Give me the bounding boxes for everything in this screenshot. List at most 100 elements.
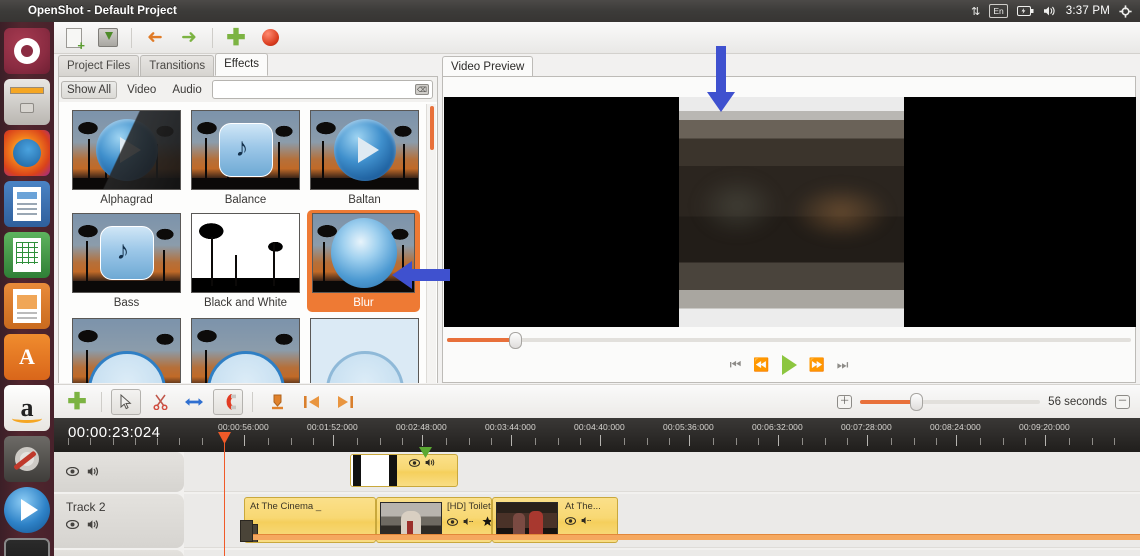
ruler-tick: [113, 438, 114, 445]
effect-thumbnail: ♪: [191, 110, 300, 190]
fast-forward-button[interactable]: ⏩: [809, 357, 825, 373]
launcher-item-openshot[interactable]: [4, 487, 50, 533]
effects-scrollbar-thumb[interactable]: [430, 106, 434, 150]
snapping-button[interactable]: [213, 388, 243, 415]
filter-audio-button[interactable]: Audio: [166, 81, 207, 99]
ruler-tick: [558, 438, 559, 445]
video-blurred-frame: [679, 97, 904, 327]
launcher-item-files[interactable]: [4, 79, 50, 125]
ruler-tick: [68, 438, 69, 445]
tab-project-files[interactable]: Project Files: [58, 55, 140, 76]
track-2-header[interactable]: Track 2: [54, 494, 184, 548]
launcher-item-terminal[interactable]: >_: [4, 538, 50, 556]
ruler-tick: [202, 438, 203, 445]
effect-item-bass[interactable]: ♪ Bass: [69, 213, 184, 312]
clear-search-icon[interactable]: ⌫: [415, 84, 429, 95]
add-marker-button[interactable]: [262, 389, 292, 415]
timeline-horizontal-scrollbar[interactable]: [244, 534, 1140, 540]
speaker-icon: [463, 518, 473, 525]
previous-marker-button[interactable]: [296, 389, 326, 415]
speaker-icon: [87, 520, 99, 529]
export-video-button[interactable]: [256, 25, 284, 51]
battery-icon[interactable]: [1016, 6, 1034, 16]
ruler-tick-major: [333, 435, 334, 446]
filter-show-all-button[interactable]: Show All: [61, 80, 118, 99]
timeline-playhead[interactable]: [218, 432, 231, 556]
save-project-button[interactable]: [94, 25, 122, 51]
language-indicator[interactable]: En: [989, 4, 1008, 18]
rewind-button[interactable]: ⏪: [753, 357, 769, 373]
effect-item-alphagrad[interactable]: Alphagrad: [69, 110, 184, 207]
launcher-item-amazon[interactable]: a: [4, 385, 50, 431]
track-3-header[interactable]: [54, 550, 184, 556]
ruler-tick-major: [511, 435, 512, 446]
ruler-tick: [847, 438, 848, 445]
effect-item-row3-3[interactable]: [307, 318, 422, 383]
import-files-button[interactable]: ✚: [222, 25, 250, 51]
select-tool-button[interactable]: [111, 388, 141, 415]
star-icon: [482, 516, 491, 526]
tab-effects[interactable]: Effects: [215, 53, 269, 76]
seek-handle[interactable]: [509, 332, 522, 349]
launcher-item-ubuntu-dash[interactable]: [4, 28, 50, 74]
jump-end-button[interactable]: ⏭: [837, 357, 849, 373]
timeline-zoom-slider[interactable]: [860, 392, 1041, 411]
launcher-item-system-settings[interactable]: [4, 436, 50, 482]
filter-video-button[interactable]: Video: [121, 81, 162, 99]
effect-item-blur[interactable]: Blur: [307, 210, 420, 312]
blur-sphere-icon: [330, 218, 397, 288]
music-note-icon: ♪: [218, 123, 273, 177]
zoom-in-icon[interactable]: －: [1115, 394, 1130, 409]
timeline-ruler[interactable]: 00:00:23:024 00:00:56:000 00:01:52:000 00:…: [54, 418, 1140, 452]
effects-search-box[interactable]: ⌫: [211, 80, 433, 99]
jump-start-button[interactable]: ⏮: [730, 357, 742, 373]
zoom-out-icon[interactable]: ＋: [837, 394, 853, 409]
ruler-tick: [268, 438, 269, 445]
effect-item-row3-1[interactable]: [69, 318, 184, 383]
clock[interactable]: 3:37 PM: [1066, 5, 1110, 17]
launcher-item-firefox[interactable]: [4, 130, 50, 176]
launcher-item-ubuntu-software[interactable]: A: [4, 334, 50, 380]
speaker-icon: [425, 459, 435, 466]
video-display[interactable]: [444, 97, 1136, 327]
new-document-icon: [66, 27, 85, 51]
effect-item-baltan[interactable]: Baltan: [307, 110, 422, 207]
launcher-item-libreoffice-writer[interactable]: [4, 181, 50, 227]
volume-icon[interactable]: [1043, 5, 1057, 17]
resize-tool-button[interactable]: [179, 389, 209, 415]
ruler-tick: [914, 438, 915, 445]
razor-tool-button[interactable]: [145, 389, 175, 415]
effects-scrollbar[interactable]: [426, 104, 436, 383]
red-sphere-icon: [261, 29, 279, 46]
ruler-tick: [891, 438, 892, 445]
launcher-item-libreoffice-calc[interactable]: [4, 232, 50, 278]
power-gear-icon[interactable]: [1119, 4, 1132, 18]
timeline-zoom-control: ＋ 56 seconds －: [837, 392, 1140, 411]
network-updown-icon[interactable]: ⇅: [971, 5, 980, 18]
launcher-item-libreoffice-impress[interactable]: [4, 283, 50, 329]
new-project-button[interactable]: [60, 25, 88, 51]
ruler-tick: [647, 438, 648, 445]
track-row-1: [54, 452, 1140, 492]
preview-seek-slider[interactable]: [447, 332, 1131, 349]
redo-button[interactable]: ➜: [175, 25, 203, 51]
ruler-tick-major: [422, 435, 423, 446]
timeline-clip[interactable]: [350, 454, 458, 487]
zoom-handle[interactable]: [910, 392, 924, 411]
effect-item-balance[interactable]: ♪ Balance: [188, 110, 303, 207]
undo-button[interactable]: ➜: [141, 25, 169, 51]
ruler-tick-major: [778, 435, 779, 446]
add-track-button[interactable]: ✚: [62, 389, 92, 415]
tab-transitions[interactable]: Transitions: [140, 55, 215, 76]
track-1-body[interactable]: [184, 452, 1140, 492]
track-1-header[interactable]: [54, 452, 184, 492]
next-marker-button[interactable]: [330, 389, 360, 415]
ruler-tick: [313, 438, 314, 445]
effects-search-input[interactable]: [217, 83, 415, 96]
effect-item-row3-2[interactable]: [188, 318, 303, 383]
ruler-tick: [157, 438, 158, 445]
track-3-body[interactable]: [184, 550, 1140, 556]
play-button[interactable]: [781, 355, 797, 375]
magnet-icon: [226, 393, 236, 410]
effect-item-black-and-white[interactable]: Black and White: [188, 213, 303, 312]
